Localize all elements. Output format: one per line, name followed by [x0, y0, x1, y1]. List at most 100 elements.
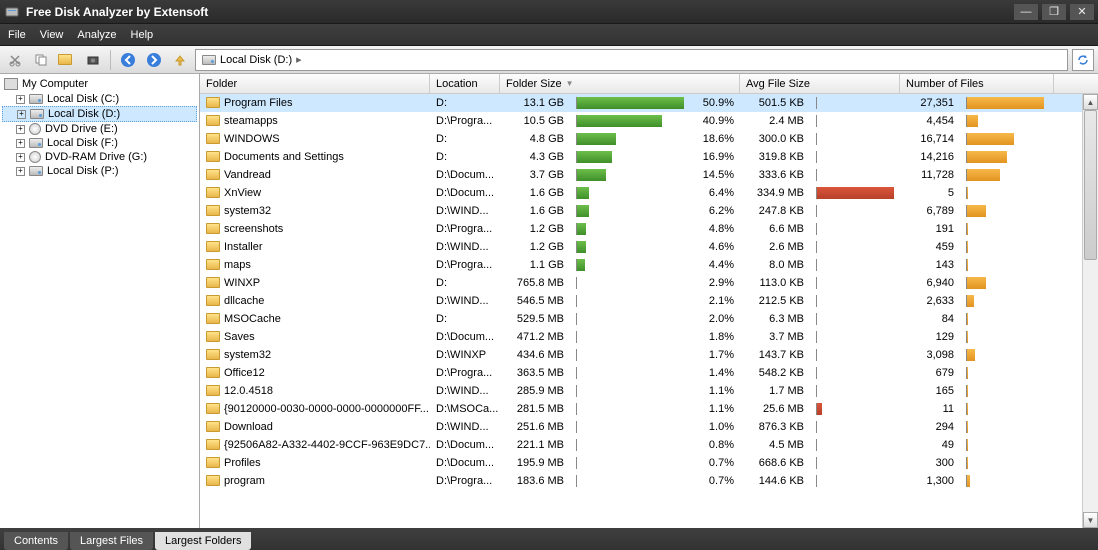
table-row[interactable]: WINDOWSD:4.8 GB18.6%300.0 KB16,714: [200, 130, 1098, 148]
table-row[interactable]: Documents and SettingsD:4.3 GB16.9%319.8…: [200, 148, 1098, 166]
menu-file[interactable]: File: [8, 29, 26, 41]
table-row[interactable]: 12.0.4518D:\WIND...285.9 MB1.1%1.7 MB165: [200, 382, 1098, 400]
close-button[interactable]: ✕: [1070, 4, 1094, 20]
scroll-thumb[interactable]: [1084, 110, 1097, 260]
expand-icon[interactable]: +: [16, 125, 25, 134]
table-row[interactable]: Program FilesD:13.1 GB50.9%501.5 KB27,35…: [200, 94, 1098, 112]
size-bar: [576, 367, 577, 379]
maximize-button[interactable]: ❐: [1042, 4, 1066, 20]
folder-icon: [206, 457, 220, 468]
col-location[interactable]: Location: [430, 74, 500, 93]
breadcrumb[interactable]: Local Disk (D:) ▸: [195, 49, 1068, 71]
tree-item[interactable]: + DVD Drive (E:): [2, 122, 197, 136]
tab-largest-folders[interactable]: Largest Folders: [155, 532, 251, 550]
files-bar: [966, 475, 970, 487]
size-cell: 471.2 MB: [500, 331, 570, 343]
open-icon[interactable]: [56, 49, 78, 71]
files-cell: 2,633: [900, 295, 960, 307]
expand-icon[interactable]: +: [16, 139, 25, 148]
table-row[interactable]: InstallerD:\WIND...1.2 GB4.6%2.6 MB459: [200, 238, 1098, 256]
folder-icon: [206, 133, 220, 144]
size-cell: 1.1 GB: [500, 259, 570, 271]
breadcrumb-label: Local Disk (D:): [220, 54, 292, 66]
forward-button[interactable]: [143, 49, 165, 71]
folder-icon: [206, 169, 220, 180]
expand-icon[interactable]: +: [16, 95, 25, 104]
folder-name: Office12: [224, 367, 265, 379]
tree-root-label: My Computer: [22, 78, 88, 90]
table-row[interactable]: {92506A82-A332-4402-9CCF-963E9DC7...D:\D…: [200, 436, 1098, 454]
cut-icon[interactable]: [4, 49, 26, 71]
tab-largest-files[interactable]: Largest Files: [70, 532, 153, 550]
table-row[interactable]: SavesD:\Docum...471.2 MB1.8%3.7 MB129: [200, 328, 1098, 346]
folder-icon: [206, 97, 220, 108]
table-row[interactable]: {90120000-0030-0000-0000-0000000FF...D:\…: [200, 400, 1098, 418]
table-row[interactable]: steamappsD:\Progra...10.5 GB40.9%2.4 MB4…: [200, 112, 1098, 130]
expand-icon[interactable]: +: [17, 110, 26, 119]
tree-root[interactable]: My Computer: [2, 76, 197, 92]
percent-cell: 4.4%: [690, 259, 740, 271]
tab-contents[interactable]: Contents: [4, 532, 68, 550]
menu-help[interactable]: Help: [131, 29, 154, 41]
table-row[interactable]: programD:\Progra...183.6 MB0.7%144.6 KB1…: [200, 472, 1098, 490]
scroll-up-button[interactable]: ▲: [1083, 94, 1098, 110]
refresh-button[interactable]: [1072, 49, 1094, 71]
folder-name: steamapps: [224, 115, 278, 127]
size-cell: 13.1 GB: [500, 97, 570, 109]
vertical-scrollbar[interactable]: ▲ ▼: [1082, 94, 1098, 528]
avg-bar: [816, 151, 817, 163]
folder-icon: [206, 115, 220, 126]
files-bar: [966, 457, 968, 469]
avg-cell: 668.6 KB: [740, 457, 810, 469]
tree-item-label: Local Disk (D:): [48, 108, 120, 120]
expand-icon[interactable]: +: [16, 167, 25, 176]
expand-icon[interactable]: +: [16, 153, 25, 162]
camera-icon[interactable]: [82, 49, 104, 71]
menu-analyze[interactable]: Analyze: [77, 29, 116, 41]
col-number-of-files[interactable]: Number of Files: [900, 74, 1054, 93]
menu-view[interactable]: View: [40, 29, 64, 41]
table-row[interactable]: mapsD:\Progra...1.1 GB4.4%8.0 MB143: [200, 256, 1098, 274]
scroll-down-button[interactable]: ▼: [1083, 512, 1098, 528]
tree-item[interactable]: + Local Disk (D:): [2, 106, 197, 122]
files-bar: [966, 277, 986, 289]
table-row[interactable]: screenshotsD:\Progra...1.2 GB4.8%6.6 MB1…: [200, 220, 1098, 238]
tree-item[interactable]: +Local Disk (P:): [2, 164, 197, 178]
table-row[interactable]: Office12D:\Progra...363.5 MB1.4%548.2 KB…: [200, 364, 1098, 382]
col-folder[interactable]: Folder: [200, 74, 430, 93]
tree-item[interactable]: +Local Disk (C:): [2, 92, 197, 106]
copy-icon[interactable]: [30, 49, 52, 71]
drive-icon: [29, 94, 43, 104]
col-folder-size[interactable]: Folder Size▼: [500, 74, 740, 93]
table-row[interactable]: WINXPD:765.8 MB2.9%113.0 KB6,940: [200, 274, 1098, 292]
tree-item[interactable]: +Local Disk (F:): [2, 136, 197, 150]
location-cell: D:\Docum...: [430, 439, 500, 451]
table-row[interactable]: ProfilesD:\Docum...195.9 MB0.7%668.6 KB3…: [200, 454, 1098, 472]
folder-icon: [206, 331, 220, 342]
tree-item-label: DVD Drive (E:): [45, 123, 118, 135]
table-row[interactable]: system32D:\WIND...1.6 GB6.2%247.8 KB6,78…: [200, 202, 1098, 220]
table-row[interactable]: dllcacheD:\WIND...546.5 MB2.1%212.5 KB2,…: [200, 292, 1098, 310]
folder-icon: [206, 187, 220, 198]
up-button[interactable]: [169, 49, 191, 71]
avg-cell: 25.6 MB: [740, 403, 810, 415]
table-row[interactable]: VandreadD:\Docum...3.7 GB14.5%333.6 KB11…: [200, 166, 1098, 184]
minimize-button[interactable]: —: [1014, 4, 1038, 20]
avg-bar: [816, 421, 817, 433]
percent-cell: 4.8%: [690, 223, 740, 235]
table-row[interactable]: XnViewD:\Docum...1.6 GB6.4%334.9 MB5: [200, 184, 1098, 202]
files-bar: [966, 439, 968, 451]
table-row[interactable]: DownloadD:\WIND...251.6 MB1.0%876.3 KB29…: [200, 418, 1098, 436]
files-bar: [966, 331, 968, 343]
folder-icon: [206, 259, 220, 270]
folder-icon: [206, 475, 220, 486]
table-row[interactable]: MSOCacheD:529.5 MB2.0%6.3 MB84: [200, 310, 1098, 328]
avg-cell: 501.5 KB: [740, 97, 810, 109]
col-avg-file-size[interactable]: Avg File Size: [740, 74, 900, 93]
location-cell: D:\Docum...: [430, 169, 500, 181]
folder-name: Profiles: [224, 457, 261, 469]
tree-item[interactable]: +DVD-RAM Drive (G:): [2, 150, 197, 164]
back-button[interactable]: [117, 49, 139, 71]
avg-cell: 333.6 KB: [740, 169, 810, 181]
table-row[interactable]: system32D:\WINXP434.6 MB1.7%143.7 KB3,09…: [200, 346, 1098, 364]
